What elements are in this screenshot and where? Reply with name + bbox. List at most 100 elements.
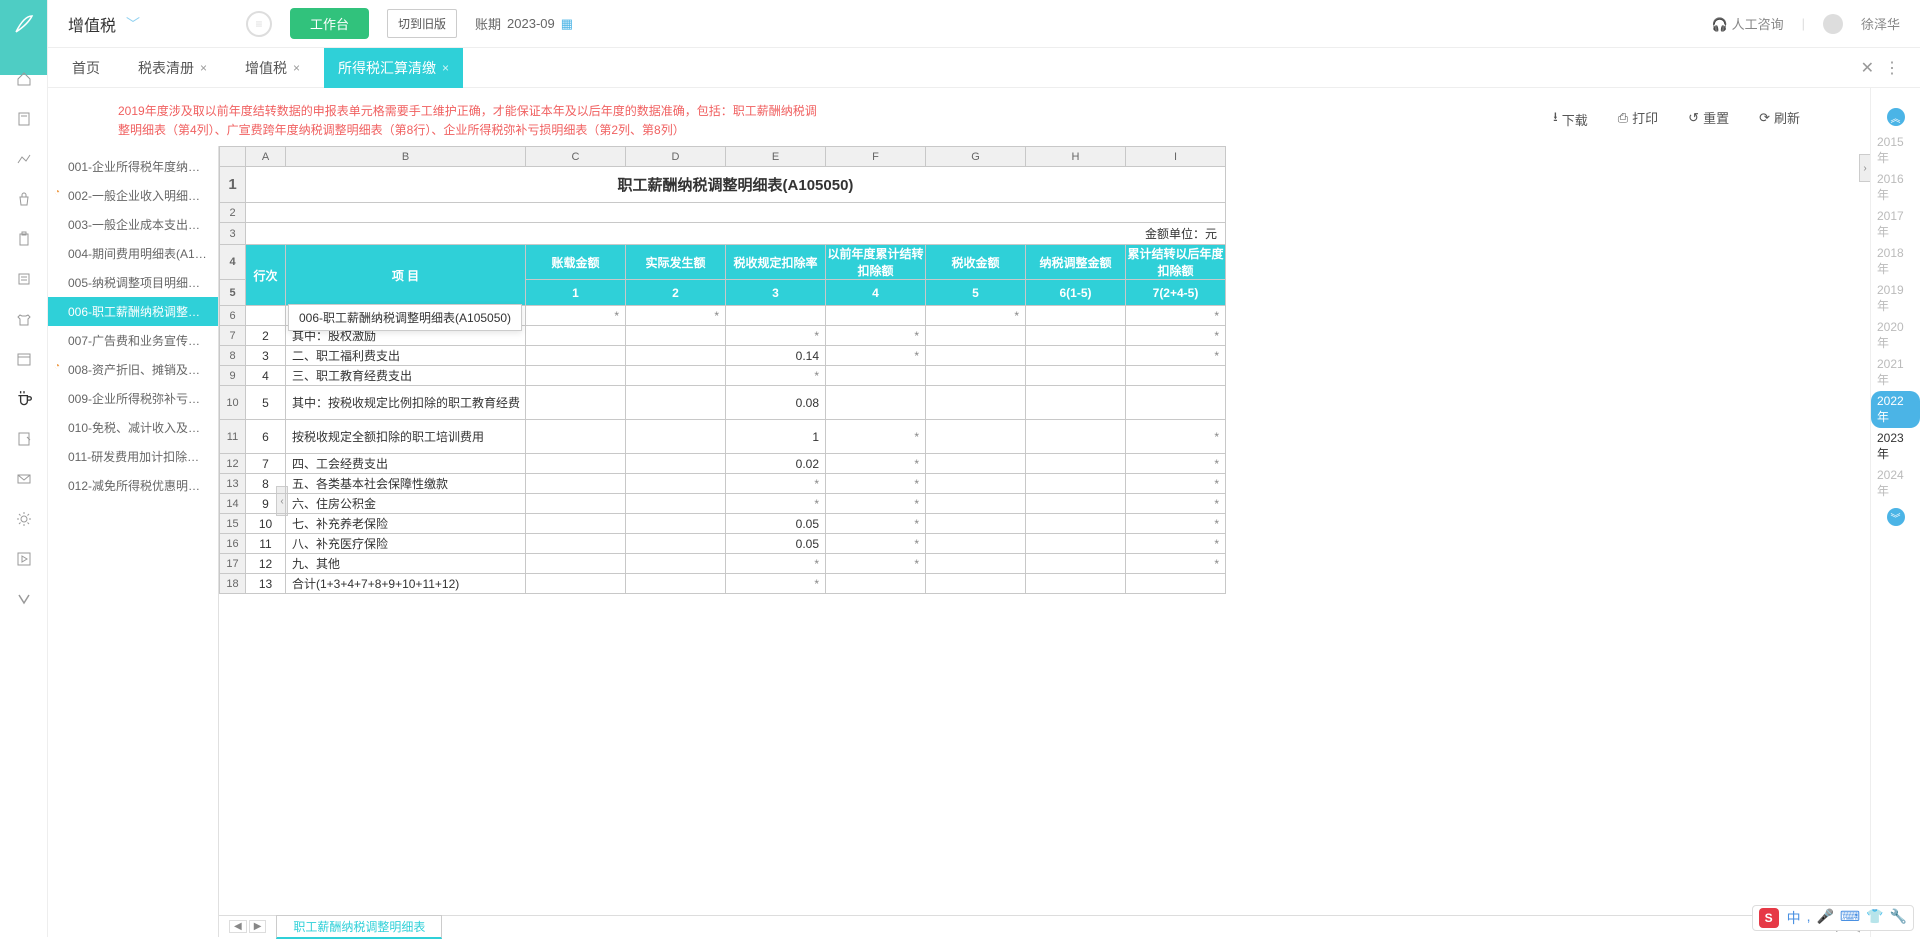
download-button[interactable]: ⭳ 下载: [1553, 108, 1588, 130]
cell[interactable]: *: [826, 326, 926, 346]
ime-toolbar[interactable]: S 中 , 🎤 ⌨ 👕 🔧: [1752, 905, 1914, 931]
cell[interactable]: *: [826, 494, 926, 514]
module-selector[interactable]: 增值税 ﹀: [68, 12, 228, 36]
cell[interactable]: [526, 534, 626, 554]
cell[interactable]: [726, 306, 826, 326]
table-row[interactable]: 149六、住房公积金***: [220, 494, 1226, 514]
cell[interactable]: [1026, 554, 1126, 574]
year-item[interactable]: 2023年: [1871, 428, 1920, 465]
col-header[interactable]: C: [526, 147, 626, 167]
year-down-icon[interactable]: ︾: [1887, 508, 1905, 526]
cell[interactable]: *: [926, 306, 1026, 326]
cell[interactable]: [926, 346, 1026, 366]
cell[interactable]: *: [1126, 494, 1226, 514]
sheet-right-handle[interactable]: ›: [1859, 154, 1870, 182]
table-row[interactable]: 105其中：按税收规定比例扣除的职工教育经费0.08: [220, 386, 1226, 420]
year-item[interactable]: 2015年: [1871, 132, 1920, 169]
form-list-item-5[interactable]: 006-职工薪酬纳税调整明细...: [48, 297, 218, 326]
cell[interactable]: *: [826, 454, 926, 474]
table-row[interactable]: 138五、各类基本社会保障性缴款***: [220, 474, 1226, 494]
year-item[interactable]: 2019年: [1871, 280, 1920, 317]
refresh-button[interactable]: ⟳ 刷新: [1759, 108, 1800, 127]
home-icon[interactable]: [15, 70, 33, 88]
cell[interactable]: *: [826, 554, 926, 574]
play-icon[interactable]: [15, 550, 33, 568]
cell[interactable]: *: [1126, 326, 1226, 346]
cell[interactable]: *: [1126, 474, 1226, 494]
ime-tool-icon[interactable]: 🔧: [1890, 908, 1907, 928]
cell[interactable]: [626, 386, 726, 420]
col-header[interactable]: B: [286, 147, 526, 167]
cell[interactable]: *: [726, 574, 826, 594]
cell[interactable]: *: [526, 306, 626, 326]
cell[interactable]: [1026, 366, 1126, 386]
reset-button[interactable]: ↺ 重置: [1688, 108, 1729, 127]
tab-close-icon[interactable]: ×: [200, 61, 207, 75]
cell[interactable]: [626, 326, 726, 346]
cell[interactable]: [926, 366, 1026, 386]
file-icon[interactable]: [15, 110, 33, 128]
cell[interactable]: *: [726, 474, 826, 494]
refresh-circle-icon[interactable]: ≡: [246, 11, 272, 37]
cell[interactable]: *: [626, 306, 726, 326]
form-list-item-3[interactable]: 004-期间费用明细表(A1040...: [48, 239, 218, 268]
cell[interactable]: [626, 514, 726, 534]
gear-icon[interactable]: [15, 510, 33, 528]
cell[interactable]: [1026, 306, 1126, 326]
form-list-item-1[interactable]: 002-一般企业收入明细表(A...: [48, 181, 218, 210]
form-list-item-7[interactable]: 008-资产折旧、摊销及纳税...: [48, 355, 218, 384]
cell[interactable]: *: [826, 474, 926, 494]
cell[interactable]: [926, 420, 1026, 454]
cell[interactable]: *: [826, 514, 926, 534]
cell[interactable]: [1026, 494, 1126, 514]
cell[interactable]: [826, 306, 926, 326]
cell[interactable]: [526, 386, 626, 420]
bag-icon[interactable]: [15, 190, 33, 208]
old-version-button[interactable]: 切到旧版: [387, 9, 457, 38]
cell[interactable]: 0.08: [726, 386, 826, 420]
tabs-more-icon[interactable]: ⋮: [1884, 58, 1900, 78]
cell[interactable]: [626, 420, 726, 454]
cell[interactable]: [926, 326, 1026, 346]
cell[interactable]: [926, 386, 1026, 420]
cell[interactable]: [626, 346, 726, 366]
cell[interactable]: [1026, 454, 1126, 474]
cell[interactable]: [626, 534, 726, 554]
table-row[interactable]: 116按税收规定全额扣除的职工培训费用1**: [220, 420, 1226, 454]
form-list-item-0[interactable]: 001-企业所得税年度纳税申...: [48, 152, 218, 181]
cell[interactable]: [1026, 346, 1126, 366]
cell[interactable]: [1026, 386, 1126, 420]
cell[interactable]: 0.14: [726, 346, 826, 366]
chart-icon[interactable]: [15, 150, 33, 168]
table-row[interactable]: 94三、职工教育经费支出*: [220, 366, 1226, 386]
cell[interactable]: *: [826, 346, 926, 366]
note-icon[interactable]: [15, 270, 33, 288]
cell[interactable]: *: [1126, 420, 1226, 454]
cell[interactable]: [826, 386, 926, 420]
year-item[interactable]: 2018年: [1871, 243, 1920, 280]
cell[interactable]: 0.02: [726, 454, 826, 474]
app-logo[interactable]: [0, 0, 47, 48]
cell[interactable]: [926, 554, 1026, 574]
data-grid[interactable]: ABCDEFGHI1职工薪酬纳税调整明细表(A105050)23金额单位：元4行…: [219, 146, 1226, 594]
ime-mode[interactable]: 中: [1787, 908, 1801, 928]
cell[interactable]: [626, 474, 726, 494]
v-icon[interactable]: [15, 590, 33, 608]
cell[interactable]: [1026, 420, 1126, 454]
cell[interactable]: [626, 366, 726, 386]
form-list-item-10[interactable]: 011-研发费用加计扣除优惠...: [48, 442, 218, 471]
cell[interactable]: [526, 474, 626, 494]
year-up-icon[interactable]: ︽: [1887, 108, 1905, 126]
cell[interactable]: *: [1126, 306, 1226, 326]
cell[interactable]: [1026, 326, 1126, 346]
sheet-tab[interactable]: 职工薪酬纳税调整明细表: [276, 915, 442, 939]
cell[interactable]: [526, 326, 626, 346]
tab-2[interactable]: 增值税×: [241, 48, 304, 88]
clipboard-icon[interactable]: [15, 230, 33, 248]
cell[interactable]: [1126, 386, 1226, 420]
worktable-button[interactable]: 工作台: [290, 8, 369, 39]
cell[interactable]: [526, 366, 626, 386]
form-list-item-2[interactable]: 003-一般企业成本支出明细...: [48, 210, 218, 239]
cell[interactable]: [926, 454, 1026, 474]
year-item[interactable]: 2017年: [1871, 206, 1920, 243]
